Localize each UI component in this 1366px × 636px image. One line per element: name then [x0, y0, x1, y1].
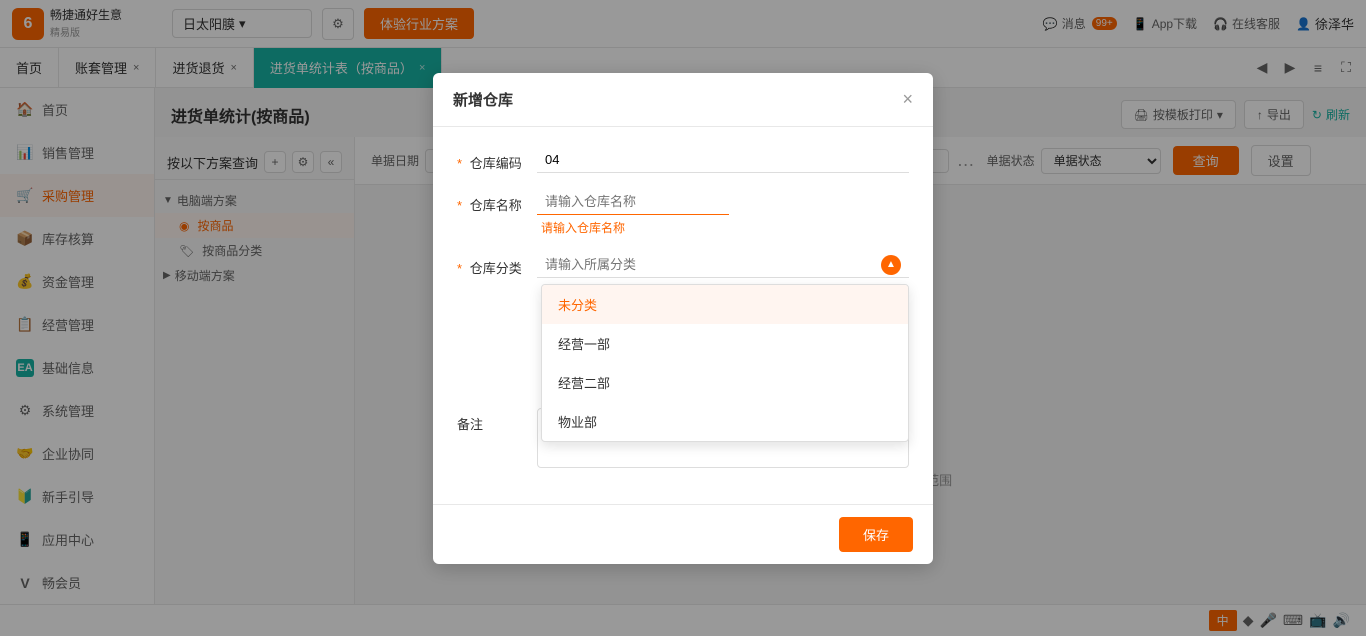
modal-header: 新增仓库 × [433, 73, 933, 127]
dropdown-item-unclassified[interactable]: 未分类 [542, 285, 908, 324]
name-field-row: * 仓库名称 请输入仓库名称 [457, 189, 909, 236]
modal-close-button[interactable]: × [902, 89, 913, 110]
modal-overlay[interactable]: 新增仓库 × * 仓库编码 * 仓库名称 [0, 0, 1366, 636]
name-label: * 仓库名称 [457, 189, 537, 214]
modal-body: * 仓库编码 * 仓库名称 请输入仓库名称 [433, 127, 933, 504]
modal-footer: 保存 [433, 504, 933, 564]
category-field-row: * 仓库分类 ▲ 未分类 经营一部 经营二部 [457, 252, 909, 278]
dropdown-item-property[interactable]: 物业部 [542, 402, 908, 441]
category-label: * 仓库分类 [457, 252, 537, 277]
modal-title: 新增仓库 [453, 89, 513, 110]
code-label: * 仓库编码 [457, 147, 537, 172]
required-star: * [457, 156, 462, 171]
modal-add-warehouse: 新增仓库 × * 仓库编码 * 仓库名称 [433, 73, 933, 564]
dropdown-item-dept1[interactable]: 经营一部 [542, 324, 908, 363]
name-error-msg: 请输入仓库名称 [541, 221, 625, 235]
name-input[interactable] [537, 189, 729, 215]
code-field-row: * 仓库编码 [457, 147, 909, 173]
save-button[interactable]: 保存 [839, 517, 913, 552]
category-dropdown: 未分类 经营一部 经营二部 物业部 [541, 284, 909, 442]
category-select-wrap: ▲ [537, 252, 909, 278]
category-input[interactable] [537, 252, 909, 278]
dropdown-item-dept2[interactable]: 经营二部 [542, 363, 908, 402]
note-label: 备注 [457, 408, 537, 433]
category-arrow-button[interactable]: ▲ [881, 255, 901, 275]
required-star-2: * [457, 198, 462, 213]
required-star-3: * [457, 261, 462, 276]
code-input[interactable] [537, 147, 909, 173]
